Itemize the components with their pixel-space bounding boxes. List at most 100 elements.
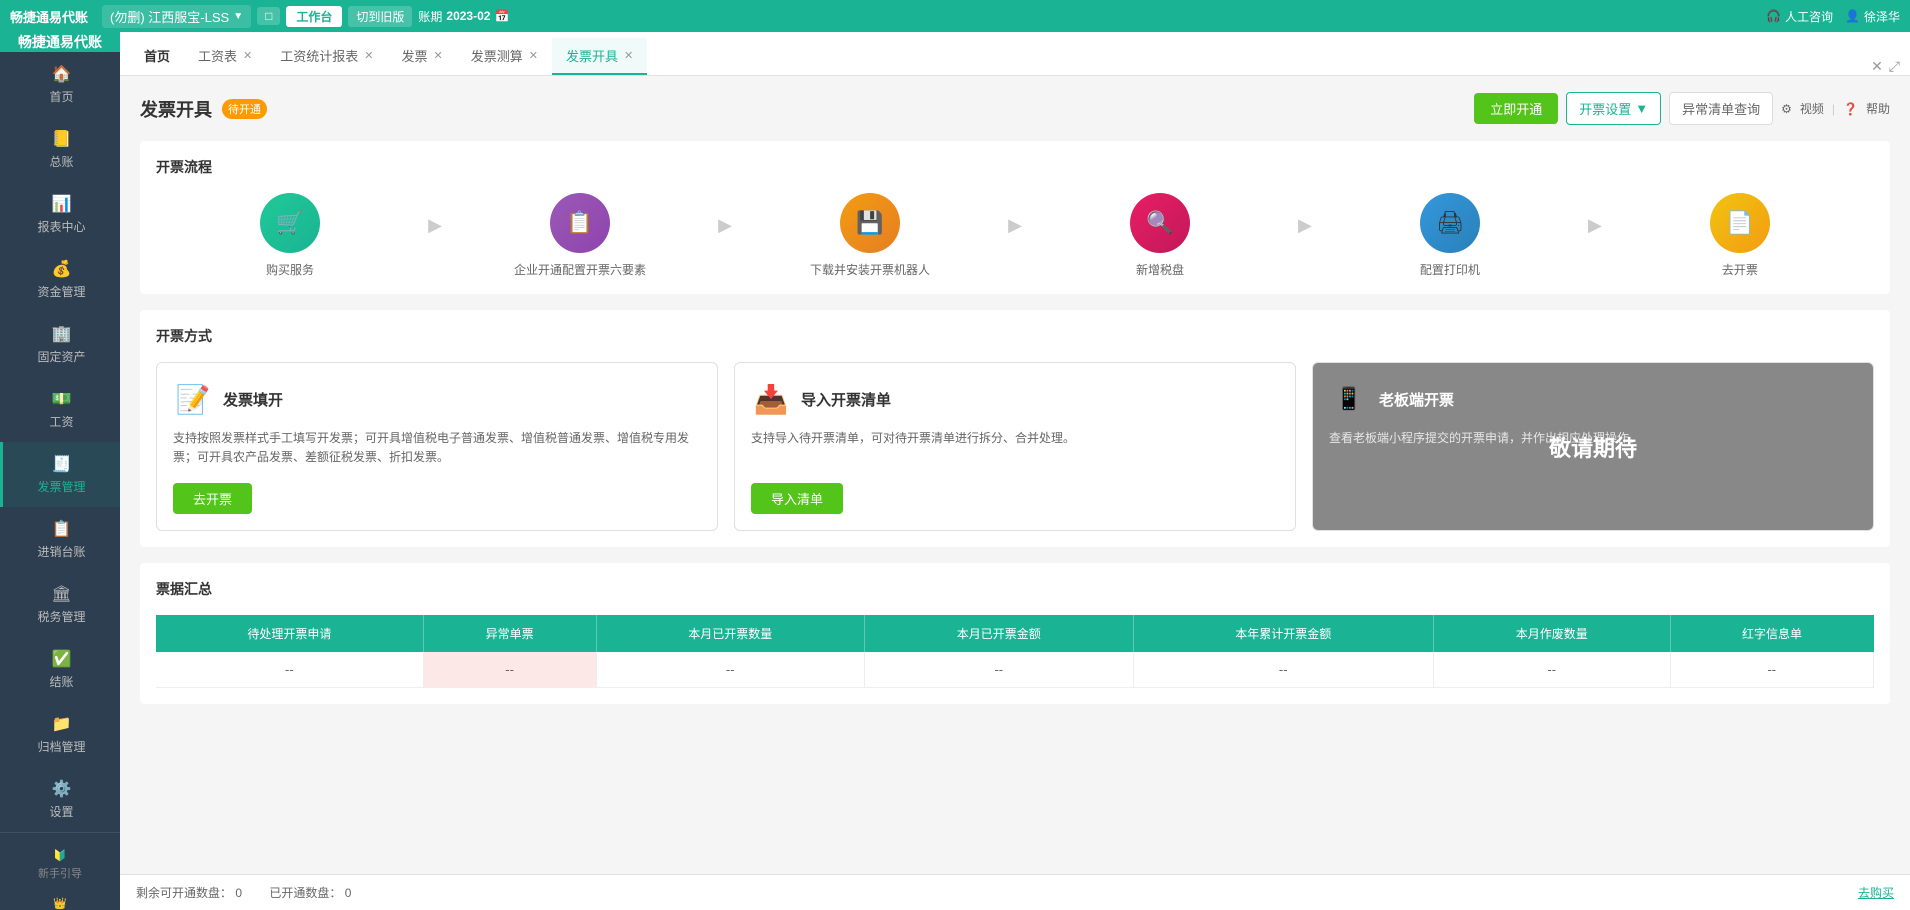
flow-step-download-robot[interactable]: 💾 下载并安装开票机器人 (736, 193, 1004, 278)
flow-step-buy-service[interactable]: 🛒 购买服务 (156, 193, 424, 278)
tax-icon: 🏛 (51, 584, 71, 604)
ledger-icon: 📒 (52, 129, 72, 149)
sidebar-item-home[interactable]: 🏠首页 (0, 52, 120, 117)
period-label: 账期 2023-02 📅 (418, 8, 509, 25)
flow-step-config-printer[interactable]: 🖨 配置打印机 (1316, 193, 1584, 278)
summary-cell: -- (596, 652, 865, 688)
method-actions-import: 导入清单 (751, 483, 1279, 514)
methods-section: 开票方式 📝 发票填开 支持按照发票样式手工填写开发票；可开具增值税电子普通发票… (140, 310, 1890, 547)
flow-arrow-icon: ▶ (428, 215, 442, 256)
flow-arrow-icon: ▶ (718, 215, 732, 256)
methods-row: 📝 发票填开 支持按照发票样式手工填写开发票；可开具增值税电子普通发票、增值税普… (156, 362, 1874, 531)
issue-invoice-label: 去开票 (1722, 261, 1758, 278)
open-now-button[interactable]: 立即开通 (1474, 93, 1558, 124)
summary-col-header: 待处理开票申请 (156, 615, 423, 652)
summary-cell: -- (423, 652, 596, 688)
bottom-bar: 剩余可开通数盘： 0 已开通数盘： 0 去购买 (120, 874, 1910, 910)
sidebar-item-assets[interactable]: 🏢固定资产 (0, 312, 120, 377)
guide-icon: 🔰 (53, 849, 67, 862)
tab-close-icon[interactable]: ✕ (364, 49, 373, 62)
tab-home[interactable]: 首页 (130, 38, 184, 75)
page-title: 发票开具 (140, 96, 212, 122)
add-taxbox-circle: 🔍 (1130, 193, 1190, 253)
sidebar-item-funds[interactable]: 💰资金管理 (0, 247, 120, 312)
tab-close-icon[interactable]: ✕ (434, 49, 443, 62)
old-version-button[interactable]: 切到旧版 (348, 6, 412, 27)
manual-icon: 📝 (173, 379, 213, 419)
tab-payroll[interactable]: 工资表✕ (184, 38, 266, 75)
flow-step-config-enterprise[interactable]: 📋 企业开通配置开票六要素 (446, 193, 714, 278)
dropdown-arrow-icon: ▼ (233, 11, 243, 22)
abnormal-query-button[interactable]: 异常清单查询 (1669, 92, 1773, 125)
buy-link[interactable]: 去购买 (1858, 884, 1894, 901)
sidebar-item-archive[interactable]: 📁归档管理 (0, 702, 120, 767)
sidebar: 畅捷通易代账 🏠首页📒总账📊报表中心💰资金管理🏢固定资产💵工资🧾发票管理📋进销台… (0, 32, 120, 910)
company-name: (勿删) 江西服宝-LSS (110, 7, 229, 26)
funds-icon: 💰 (52, 259, 72, 279)
summary-col-header: 异常单票 (423, 615, 596, 652)
close-window-icon[interactable]: ✕ (1871, 58, 1883, 75)
method-btn-import[interactable]: 导入清单 (751, 483, 843, 514)
page-header: 发票开具 待开通 立即开通 开票设置 ▼ 异常清单查询 ⚙ 视频 | ❓ (140, 92, 1890, 125)
sidebar-item-member[interactable]: 👑 畅会员 (0, 889, 120, 910)
tab-invoice-calc[interactable]: 发票测算✕ (457, 38, 552, 75)
help-section: ⚙ 视频 | ❓ 帮助 (1781, 100, 1890, 117)
tab-close-icon[interactable]: ✕ (624, 49, 633, 62)
copy-button[interactable]: □ (257, 7, 280, 25)
summary-cell: -- (865, 652, 1134, 688)
home-icon: 🏠 (52, 64, 72, 84)
member-icon: 👑 (53, 897, 67, 910)
summary-col-header: 本年累计开票金额 (1133, 615, 1433, 652)
open-settings-button[interactable]: 开票设置 ▼ (1566, 92, 1661, 125)
sidebar-item-settlement[interactable]: ✅结账 (0, 637, 120, 702)
settings-icon[interactable]: ⚙ (1781, 102, 1792, 116)
summary-cell: -- (1133, 652, 1433, 688)
method-title-boss: 老板端开票 (1379, 389, 1454, 410)
tab-controls: ✕ ⤢ (1871, 58, 1900, 75)
download-robot-label: 下载并安装开票机器人 (810, 261, 930, 278)
top-bar-left: 畅捷通易代账 (勿删) 江西服宝-LSS ▼ □ 工作台 切到旧版 账期 202… (10, 5, 509, 28)
top-bar: 畅捷通易代账 (勿删) 江西服宝-LSS ▼ □ 工作台 切到旧版 账期 202… (0, 0, 1910, 32)
sidebar-item-ledger[interactable]: 📒总账 (0, 117, 120, 182)
method-header-boss: 📱 老板端开票 (1329, 379, 1857, 419)
user-avatar-icon: 👤 (1845, 9, 1860, 23)
user-menu[interactable]: 👤 徐泽华 (1845, 8, 1900, 25)
sidebar-item-purchase-sales[interactable]: 📋进销台账 (0, 507, 120, 572)
restore-window-icon[interactable]: ⤢ (1889, 58, 1900, 75)
tab-close-icon[interactable]: ✕ (529, 49, 538, 62)
status-badge: 待开通 (222, 99, 267, 119)
issue-invoice-circle: 📄 (1710, 193, 1770, 253)
page-actions: 立即开通 开票设置 ▼ 异常清单查询 ⚙ 视频 | ❓ 帮助 (1474, 92, 1890, 125)
tab-invoice[interactable]: 发票✕ (387, 38, 456, 75)
service-button[interactable]: 🎧 人工咨询 (1766, 8, 1833, 25)
method-title-manual: 发票填开 (223, 389, 283, 410)
company-selector[interactable]: (勿删) 江西服宝-LSS ▼ (102, 5, 251, 28)
sidebar-item-reports[interactable]: 📊报表中心 (0, 182, 120, 247)
method-btn-manual[interactable]: 去开票 (173, 483, 252, 514)
workbench-button[interactable]: 工作台 (286, 6, 342, 27)
sidebar-item-payroll[interactable]: 💵工资 (0, 377, 120, 442)
method-header-manual: 📝 发票填开 (173, 379, 701, 419)
sidebar-item-settings[interactable]: ⚙️设置 (0, 767, 120, 832)
method-header-import: 📥 导入开票清单 (751, 379, 1279, 419)
calendar-icon[interactable]: 📅 (494, 9, 509, 23)
sidebar-item-tax[interactable]: 🏛税务管理 (0, 572, 120, 637)
summary-col-header: 本月已开票金额 (865, 615, 1134, 652)
help-icon[interactable]: ❓ (1843, 102, 1858, 116)
flow-step-issue-invoice[interactable]: 📄 去开票 (1606, 193, 1874, 278)
sidebar-item-guide[interactable]: 🔰 新手引导 (0, 841, 120, 889)
sidebar-item-invoice-mgmt[interactable]: 🧾发票管理 (0, 442, 120, 507)
flow-step-add-taxbox[interactable]: 🔍 新增税盘 (1026, 193, 1294, 278)
coming-soon-label: 敬请期待 (1549, 431, 1637, 463)
add-taxbox-label: 新增税盘 (1136, 261, 1184, 278)
method-desc-manual: 支持按照发票样式手工填写开发票；可开具增值税电子普通发票、增值税普通发票、增值税… (173, 429, 701, 467)
bottom-info: 剩余可开通数盘： 0 已开通数盘： 0 (136, 884, 351, 901)
tab-payroll-report[interactable]: 工资统计报表✕ (266, 38, 387, 75)
config-enterprise-label: 企业开通配置开票六要素 (514, 261, 646, 278)
boss-icon: 📱 (1329, 379, 1369, 419)
tab-close-icon[interactable]: ✕ (243, 49, 252, 62)
summary-cell: -- (1433, 652, 1670, 688)
buy-service-circle: 🛒 (260, 193, 320, 253)
config-printer-circle: 🖨 (1420, 193, 1480, 253)
tab-invoice-issue[interactable]: 发票开具✕ (552, 38, 647, 75)
